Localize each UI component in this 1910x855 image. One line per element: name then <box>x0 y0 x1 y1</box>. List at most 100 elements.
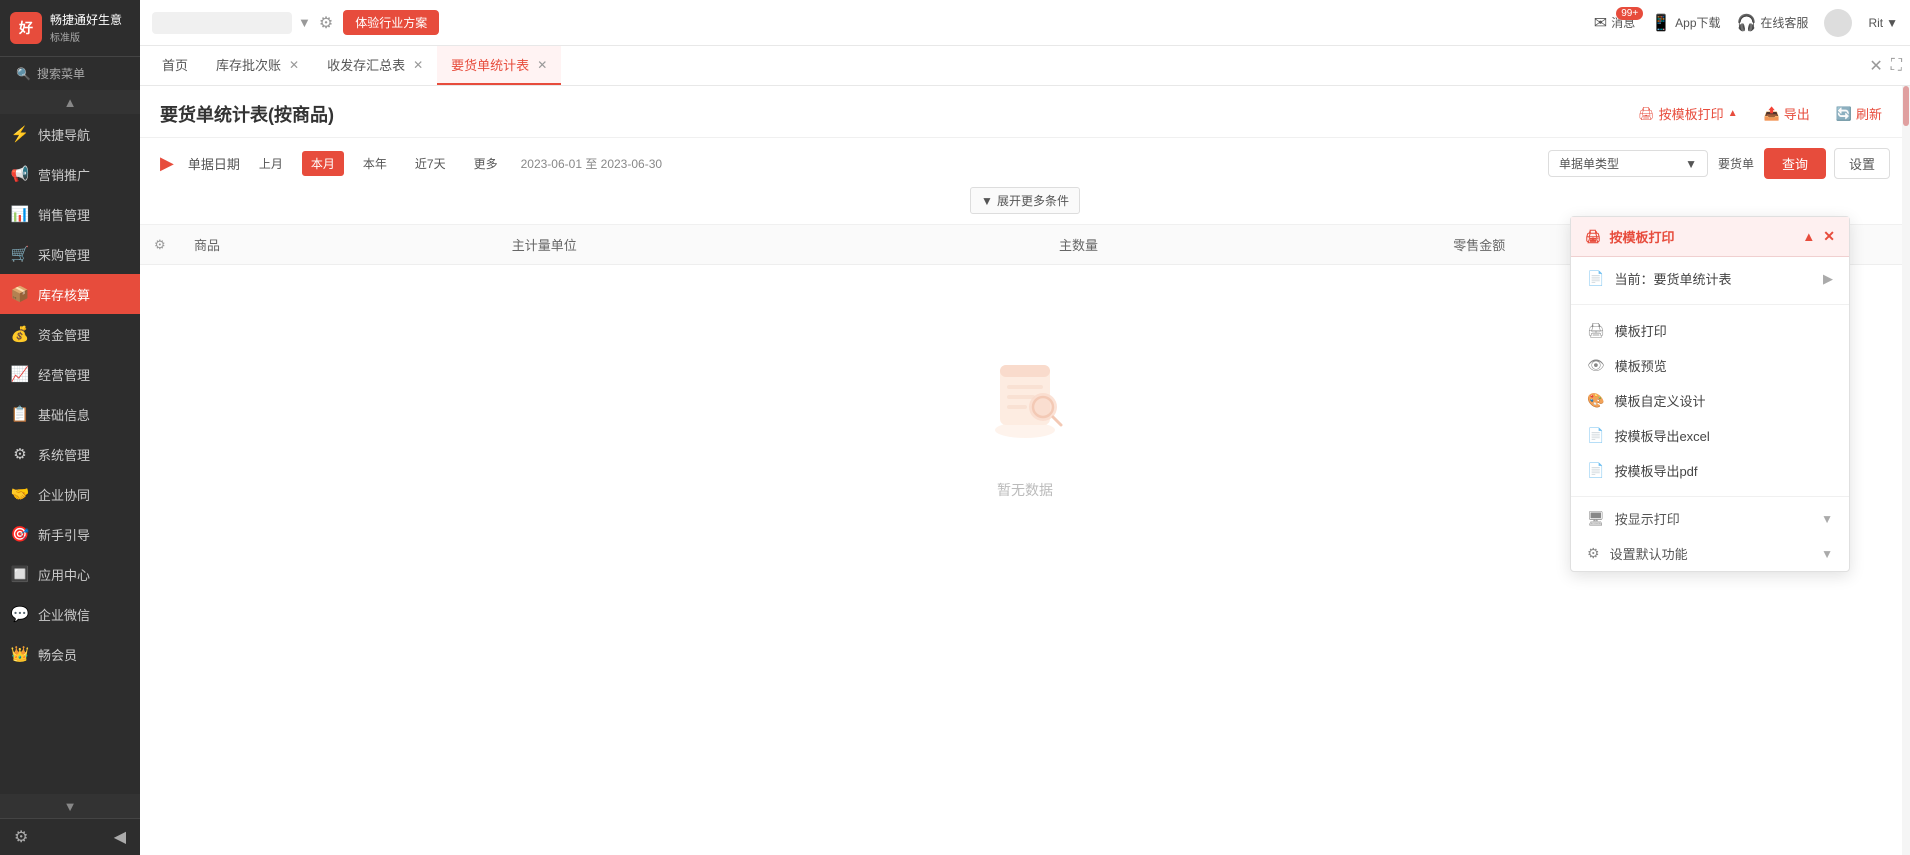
print-template-pdf-item[interactable]: 📄 按模板导出pdf <box>1571 453 1849 488</box>
tab-close-batch-ledger[interactable]: ✕ <box>289 58 299 72</box>
expand-more-btn[interactable]: ▼ 展开更多条件 <box>970 187 1080 214</box>
maximize-window-icon[interactable]: ⛶ <box>1891 57 1902 75</box>
sidebar-search[interactable]: 🔍 搜索菜单 <box>0 57 140 90</box>
settings-button[interactable]: 设置 <box>1834 148 1890 179</box>
print-dropdown-controls: ▲ ✕ <box>1802 228 1835 245</box>
sidebar-logo: 好 畅捷通好生意 标准版 <box>0 0 140 57</box>
tab-close-requisition-stats[interactable]: ✕ <box>537 58 547 72</box>
close-window-icon[interactable]: ✕ <box>1869 56 1882 76</box>
search-input[interactable] <box>162 16 282 30</box>
query-button[interactable]: 查询 <box>1764 148 1826 179</box>
tab-requisition-stats[interactable]: 要货单统计表 ✕ <box>437 46 561 85</box>
operation-icon: 📈 <box>10 364 30 384</box>
search-dropdown-btn[interactable]: ▼ <box>298 15 311 30</box>
search-icon: 🔍 <box>16 67 31 81</box>
divider-2 <box>1571 496 1849 497</box>
print-header-close-icon[interactable]: ✕ <box>1823 228 1835 245</box>
app-download-btn[interactable]: 📱 App下载 <box>1651 13 1720 33</box>
print-template-preview-item[interactable]: 👁 模板预览 <box>1571 348 1849 383</box>
print-current-item[interactable]: 📄 当前：要货单统计表 ▶ <box>1571 261 1849 296</box>
empty-text: 暂无数据 <box>997 480 1053 500</box>
template-excel-icon: 📄 <box>1587 427 1604 444</box>
topbar-gear-icon[interactable]: ⚙ <box>319 13 333 33</box>
page-title: 要货单统计表(按商品) <box>160 101 334 127</box>
message-icon: ✉ <box>1594 13 1607 33</box>
username-label[interactable]: Rit ▼ <box>1868 16 1898 30</box>
collab-icon: 🤝 <box>10 484 30 504</box>
tab-home[interactable]: 首页 <box>148 46 202 85</box>
purchase-icon: 🛒 <box>10 244 30 264</box>
type-select-arrow: ▼ <box>1685 157 1697 171</box>
expand-more-row: ▼ 展开更多条件 <box>160 187 1890 214</box>
print-template-excel-item[interactable]: 📄 按模板导出excel <box>1571 418 1849 453</box>
tab-close-receivable-summary[interactable]: ✕ <box>413 58 423 72</box>
sidebar: 好 畅捷通好生意 标准版 🔍 搜索菜单 ▲ ⚡ 快捷导航 📢 营销推广 📊 销售… <box>0 0 140 855</box>
vertical-scrollbar[interactable] <box>1902 86 1910 855</box>
sidebar-item-basic[interactable]: 📋 基础信息 <box>0 394 140 434</box>
print-dropdown: 🖨 按模板打印 ▲ ✕ 📄 当前：要货单统计表 ▶ 🖨 <box>1570 216 1850 572</box>
col-goods: 商品 <box>180 225 498 265</box>
sidebar-item-member[interactable]: 👑 畅会员 <box>0 634 140 674</box>
online-service-btn[interactable]: 🎧 在线客服 <box>1737 13 1809 33</box>
page-header: 要货单统计表(按商品) 🖨 按模板打印 ▲ 📤 导出 🔄 刷新 <box>140 86 1910 138</box>
col-settings[interactable]: ⚙ <box>140 225 180 265</box>
print-display-section[interactable]: 🖥 按显示打印 ▼ <box>1571 501 1849 536</box>
table-settings-icon[interactable]: ⚙ <box>154 237 166 252</box>
refresh-btn[interactable]: 🔄 刷新 <box>1828 100 1890 127</box>
sidebar-item-apps[interactable]: 🔲 应用中心 <box>0 554 140 594</box>
print-template-print-item[interactable]: 🖨 模板打印 <box>1571 313 1849 348</box>
date-btn-last-month[interactable]: 上月 <box>250 151 292 176</box>
trial-btn[interactable]: 体验行业方案 <box>343 10 439 35</box>
sidebar-item-sales[interactable]: 📊 销售管理 <box>0 194 140 234</box>
print-header-up-icon[interactable]: ▲ <box>1802 229 1815 244</box>
quick-nav-icon: ⚡ <box>10 124 30 144</box>
default-setting-icon: ⚙ <box>1587 545 1600 562</box>
chevron-down-icon: ▼ <box>981 194 993 208</box>
print-section-current: 📄 当前：要货单统计表 ▶ <box>1571 257 1849 300</box>
template-preview-icon: 👁 <box>1587 357 1605 374</box>
tab-receivable-summary[interactable]: 收发存汇总表 ✕ <box>313 46 437 85</box>
print-btn[interactable]: 🖨 按模板打印 ▲ <box>1630 100 1745 127</box>
current-template-icon: 📄 <box>1587 270 1604 287</box>
sidebar-item-operation[interactable]: 📈 经营管理 <box>0 354 140 394</box>
filter-expand-icon[interactable]: ▶ <box>160 153 174 174</box>
date-btn-this-year[interactable]: 本年 <box>354 151 396 176</box>
service-icon: 🎧 <box>1737 13 1757 33</box>
sidebar-item-marketing[interactable]: 📢 营销推广 <box>0 154 140 194</box>
print-dropdown-header-icon: 🖨 <box>1585 229 1602 245</box>
sidebar-item-collab[interactable]: 🤝 企业协同 <box>0 474 140 514</box>
refresh-icon: 🔄 <box>1836 106 1852 122</box>
marketing-icon: 📢 <box>10 164 30 184</box>
youhuo-label: 要货单 <box>1718 155 1754 172</box>
sidebar-item-quick-nav[interactable]: ⚡ 快捷导航 <box>0 114 140 154</box>
date-btn-this-month[interactable]: 本月 <box>302 151 344 176</box>
tab-batch-ledger[interactable]: 库存批次账 ✕ <box>202 46 313 85</box>
date-range-label: 2023-06-01 至 2023-06-30 <box>521 155 662 172</box>
sidebar-item-inventory[interactable]: 📦 库存核算 <box>0 274 140 314</box>
settings-footer-icon[interactable]: ⚙ <box>14 827 28 847</box>
download-icon: 📱 <box>1651 13 1671 33</box>
sidebar-item-system[interactable]: ⚙ 系统管理 <box>0 434 140 474</box>
avatar-img <box>1824 9 1852 37</box>
message-btn[interactable]: ✉ 消息 99+ <box>1594 13 1635 33</box>
sidebar-scroll-up[interactable]: ▲ <box>0 90 140 114</box>
inventory-icon: 📦 <box>10 284 30 304</box>
sidebar-item-finance[interactable]: 💰 资金管理 <box>0 314 140 354</box>
date-btn-more[interactable]: 更多 <box>465 151 507 176</box>
print-default-section[interactable]: ⚙ 设置默认功能 ▼ <box>1571 536 1849 571</box>
user-avatar[interactable] <box>1824 9 1852 37</box>
filter-row-1: ▶ 单据日期 上月 本月 本年 近7天 更多 2023-06-01 至 2023… <box>160 148 1890 179</box>
app-logo-text: 畅捷通好生意 标准版 <box>50 12 122 44</box>
scrollbar-thumb[interactable] <box>1903 86 1909 126</box>
filter-bar: ▶ 单据日期 上月 本月 本年 近7天 更多 2023-06-01 至 2023… <box>140 138 1910 225</box>
print-template-custom-item[interactable]: 🎨 模板自定义设计 <box>1571 383 1849 418</box>
sidebar-item-guide[interactable]: 🎯 新手引导 <box>0 514 140 554</box>
date-btn-7days[interactable]: 近7天 <box>406 151 455 176</box>
type-select[interactable]: 单据单类型 ▼ <box>1548 150 1708 177</box>
export-btn[interactable]: 📤 导出 <box>1756 100 1818 127</box>
sidebar-scroll-down[interactable]: ▼ <box>0 794 140 818</box>
sidebar-item-purchase[interactable]: 🛒 采购管理 <box>0 234 140 274</box>
sidebar-item-wechat[interactable]: 💬 企业微信 <box>0 594 140 634</box>
collapse-icon[interactable]: ◀ <box>114 827 126 847</box>
topbar-search-box[interactable] <box>152 12 292 34</box>
